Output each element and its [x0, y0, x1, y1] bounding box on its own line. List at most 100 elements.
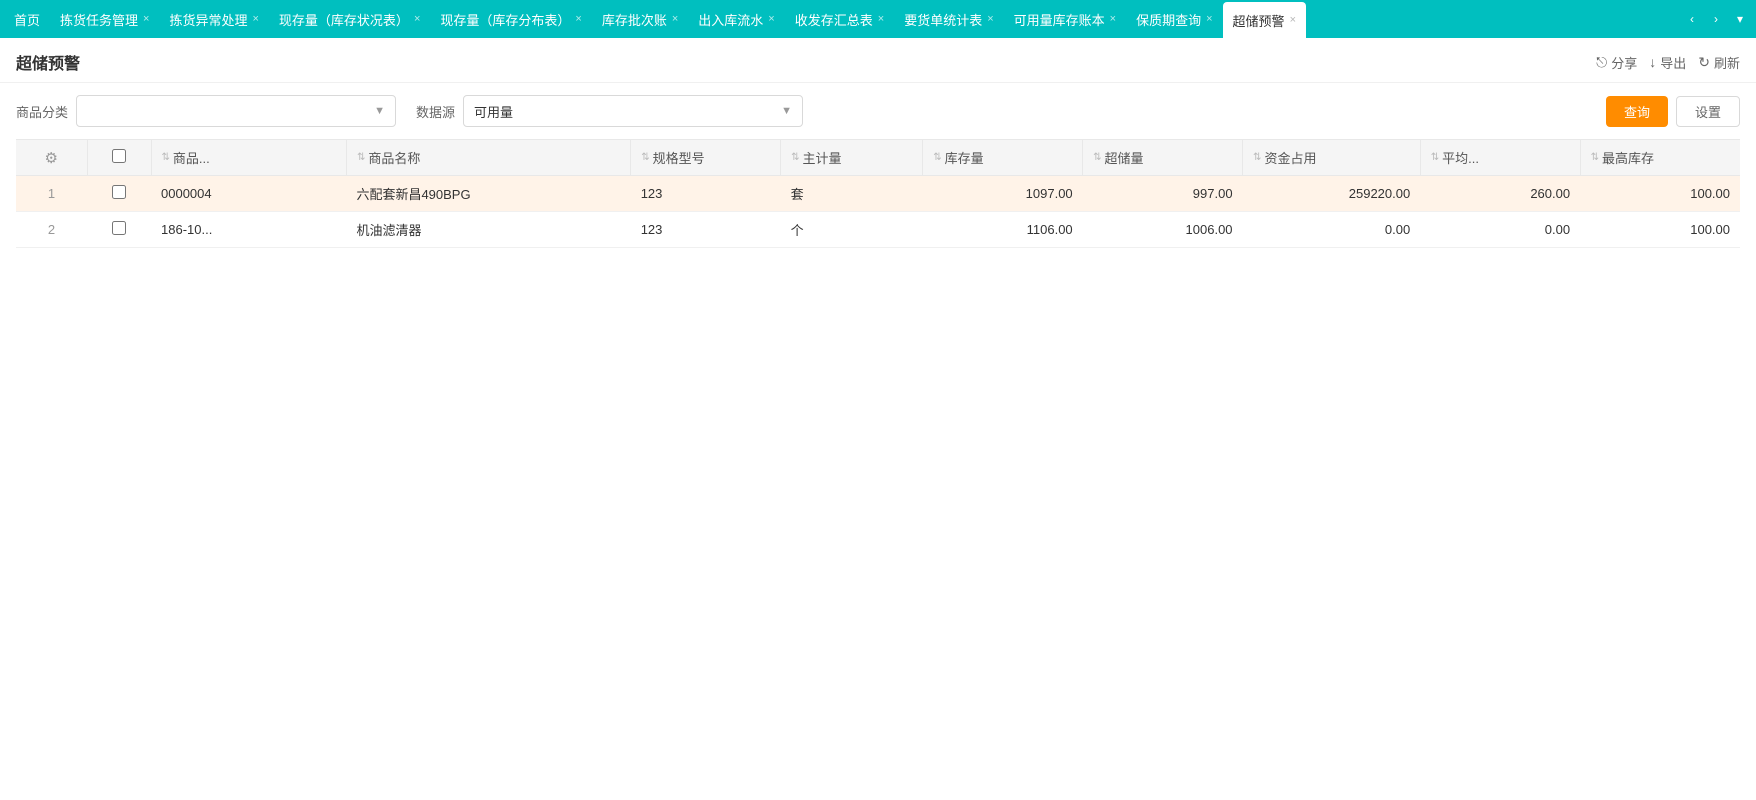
- main-content: 超储预警 ⎋ 分享 ↓ 导出 ↻ 刷新 商品分类 ▼ 数据源: [0, 38, 1756, 800]
- close-icon[interactable]: ×: [1110, 13, 1116, 25]
- nav-batch[interactable]: 库存批次账 ×: [592, 0, 688, 38]
- nav-arrows: ‹ › ▾: [1680, 0, 1752, 38]
- th-unit[interactable]: ⇅ 主计量: [781, 140, 923, 176]
- category-label: 商品分类: [16, 102, 68, 121]
- top-nav: 首页 拣货任务管理 × 拣货异常处理 × 现存量（库存状况表） × 现存量（库存…: [0, 0, 1756, 38]
- product-name: 机油滤清器: [346, 212, 630, 248]
- product-spec: 123: [631, 212, 781, 248]
- close-icon[interactable]: ×: [768, 13, 774, 25]
- nav-expiry[interactable]: 保质期查询 ×: [1126, 0, 1222, 38]
- select-all-checkbox[interactable]: [112, 149, 126, 163]
- settings-button[interactable]: 设置: [1676, 96, 1740, 127]
- export-icon: ↓: [1649, 54, 1656, 70]
- chevron-down-icon: ▼: [374, 105, 385, 117]
- th-spec[interactable]: ⇅ 规格型号: [631, 140, 781, 176]
- datasource-filter: 数据源 可用量 ▼: [416, 95, 803, 127]
- nav-available-ledger[interactable]: 可用量库存账本 ×: [1004, 0, 1126, 38]
- nav-summary[interactable]: 收发存汇总表 ×: [785, 0, 894, 38]
- table-row: 1 0000004 六配套新昌490BPG 123 套 1097.00 997.…: [16, 176, 1740, 212]
- avg-cost: 0.00: [1420, 212, 1580, 248]
- close-icon[interactable]: ×: [252, 13, 258, 25]
- sort-icon: ⇅: [933, 152, 941, 163]
- product-name: 六配套新昌490BPG: [346, 176, 630, 212]
- query-button[interactable]: 查询: [1606, 96, 1668, 127]
- close-icon[interactable]: ×: [575, 13, 581, 25]
- sort-icon: ⇅: [1253, 152, 1261, 163]
- refresh-icon: ↻: [1698, 54, 1710, 71]
- capital-occupied: 259220.00: [1243, 176, 1421, 212]
- row-checkbox[interactable]: [112, 221, 126, 235]
- nav-order-stats[interactable]: 要货单统计表 ×: [894, 0, 1003, 38]
- nav-inventory-status[interactable]: 现存量（库存状况表） ×: [269, 0, 430, 38]
- sort-icon: ⇅: [357, 152, 365, 163]
- close-icon[interactable]: ×: [1206, 13, 1212, 25]
- close-icon[interactable]: ×: [672, 13, 678, 25]
- category-select[interactable]: ▼: [76, 95, 396, 127]
- sort-icon: ⇅: [1093, 152, 1101, 163]
- nav-task-mgmt[interactable]: 拣货任务管理 ×: [50, 0, 159, 38]
- nav-overstock[interactable]: 超储预警 ×: [1223, 2, 1306, 38]
- close-icon[interactable]: ×: [414, 13, 420, 25]
- th-capital[interactable]: ⇅ 资金占用: [1243, 140, 1421, 176]
- product-unit: 套: [781, 176, 923, 212]
- nav-abnormal[interactable]: 拣货异常处理 ×: [159, 0, 268, 38]
- overstock-qty: 1006.00: [1083, 212, 1243, 248]
- avg-cost: 260.00: [1420, 176, 1580, 212]
- close-icon[interactable]: ×: [878, 13, 884, 25]
- filter-bar: 商品分类 ▼ 数据源 可用量 ▼ 查询 设置: [0, 83, 1756, 139]
- th-max[interactable]: ⇅ 最高库存: [1580, 140, 1740, 176]
- max-stock: 100.00: [1580, 176, 1740, 212]
- nav-prev-button[interactable]: ‹: [1680, 0, 1704, 38]
- th-avg[interactable]: ⇅ 平均...: [1420, 140, 1580, 176]
- sort-icon: ⇅: [1591, 152, 1599, 163]
- sort-icon: ⇅: [1431, 152, 1439, 163]
- nav-home[interactable]: 首页: [4, 0, 50, 38]
- close-icon[interactable]: ×: [143, 13, 149, 25]
- capital-occupied: 0.00: [1243, 212, 1421, 248]
- share-icon: ⎋: [1596, 54, 1607, 71]
- nav-more-button[interactable]: ▾: [1728, 0, 1752, 38]
- product-unit: 个: [781, 212, 923, 248]
- table-container: ⚙ ⇅ 商品... ⇅ 商品名称: [0, 139, 1756, 248]
- close-icon[interactable]: ×: [1290, 14, 1296, 26]
- stock-qty: 1097.00: [923, 176, 1083, 212]
- row-index: 1: [16, 176, 87, 212]
- header-actions: ⎋ 分享 ↓ 导出 ↻ 刷新: [1596, 53, 1740, 72]
- stock-qty: 1106.00: [923, 212, 1083, 248]
- th-name[interactable]: ⇅ 商品名称: [346, 140, 630, 176]
- nav-flow[interactable]: 出入库流水 ×: [688, 0, 784, 38]
- th-gear[interactable]: ⚙: [16, 140, 87, 176]
- refresh-button[interactable]: ↻ 刷新: [1698, 53, 1740, 72]
- datasource-select[interactable]: 可用量 ▼: [463, 95, 803, 127]
- row-index: 2: [16, 212, 87, 248]
- nav-inventory-dist[interactable]: 现存量（库存分布表） ×: [430, 0, 591, 38]
- data-table: ⚙ ⇅ 商品... ⇅ 商品名称: [16, 139, 1740, 248]
- product-spec: 123: [631, 176, 781, 212]
- max-stock: 100.00: [1580, 212, 1740, 248]
- nav-next-button[interactable]: ›: [1704, 0, 1728, 38]
- th-code[interactable]: ⇅ 商品...: [151, 140, 346, 176]
- chevron-down-icon: ▼: [781, 105, 792, 117]
- share-button[interactable]: ⎋ 分享: [1596, 53, 1637, 72]
- filter-action-buttons: 查询 设置: [1606, 96, 1740, 127]
- product-code: 0000004: [151, 176, 346, 212]
- sort-icon: ⇅: [641, 152, 649, 163]
- sort-icon: ⇅: [162, 152, 170, 163]
- page-title: 超储预警: [16, 50, 80, 74]
- row-checkbox-cell: [87, 176, 151, 212]
- th-stock[interactable]: ⇅ 库存量: [923, 140, 1083, 176]
- product-code: 186-10...: [151, 212, 346, 248]
- row-checkbox-cell: [87, 212, 151, 248]
- datasource-label: 数据源: [416, 102, 455, 121]
- row-checkbox[interactable]: [112, 185, 126, 199]
- table-row: 2 186-10... 机油滤清器 123 个 1106.00 1006.00 …: [16, 212, 1740, 248]
- th-over[interactable]: ⇅ 超储量: [1083, 140, 1243, 176]
- table-header-row: ⚙ ⇅ 商品... ⇅ 商品名称: [16, 140, 1740, 176]
- th-checkbox: [87, 140, 151, 176]
- close-icon[interactable]: ×: [987, 13, 993, 25]
- export-button[interactable]: ↓ 导出: [1649, 53, 1686, 72]
- category-filter: 商品分类 ▼: [16, 95, 396, 127]
- table-body: 1 0000004 六配套新昌490BPG 123 套 1097.00 997.…: [16, 176, 1740, 248]
- page-header: 超储预警 ⎋ 分享 ↓ 导出 ↻ 刷新: [0, 38, 1756, 83]
- datasource-value: 可用量: [474, 102, 513, 121]
